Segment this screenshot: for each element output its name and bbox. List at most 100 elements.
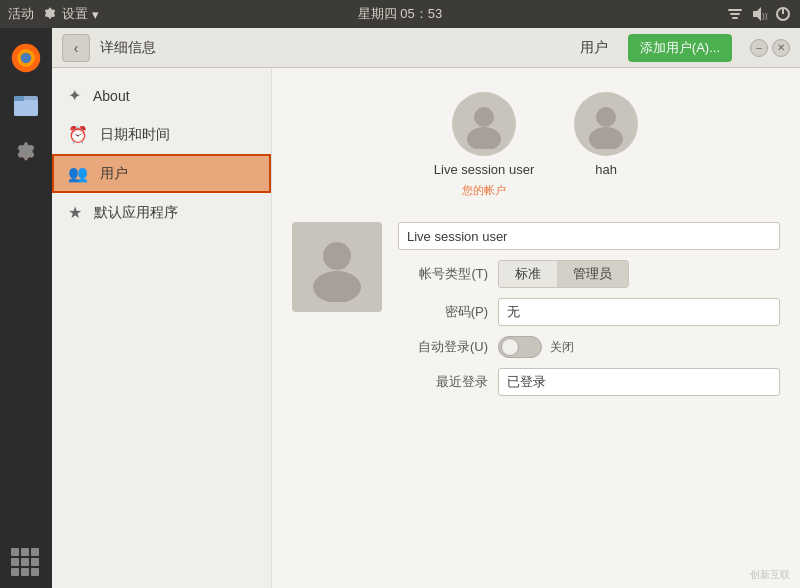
content-area: ‹ 详细信息 用户 添加用户(A)... – ✕ ✦ About ⏰	[52, 28, 800, 588]
username-row	[398, 222, 780, 250]
activities-button[interactable]: 活动	[8, 5, 34, 23]
sidebar-item-default-apps[interactable]: ★ 默认应用程序	[52, 193, 271, 232]
minimize-button[interactable]: –	[750, 39, 768, 57]
user-avatar-live	[452, 92, 516, 156]
system-settings-icon[interactable]	[6, 134, 46, 174]
sidebar-item-datetime[interactable]: ⏰ 日期和时间	[52, 115, 271, 154]
switch-knob	[501, 338, 519, 356]
user-card-live[interactable]: Live session user 您的帐户	[434, 92, 534, 198]
svg-point-15	[474, 107, 494, 127]
form-fields: 帐号类型(T) 标准 管理员 密码(P) 无	[398, 222, 780, 396]
svg-rect-2	[730, 13, 740, 15]
sidebar-item-default-apps-label: 默认应用程序	[94, 204, 178, 222]
user-card-hah[interactable]: hah	[574, 92, 638, 198]
settings-dropdown-arrow: ▾	[92, 7, 99, 22]
form-avatar[interactable]	[292, 222, 382, 312]
username-input[interactable]	[398, 222, 780, 250]
star-icon: ✦	[68, 86, 81, 105]
svg-rect-13	[14, 96, 24, 101]
topbar-left: 活动 设置 ▾	[8, 5, 99, 23]
admin-btn[interactable]: 管理员	[557, 261, 628, 287]
svg-point-17	[596, 107, 616, 127]
sidebar: ✦ About ⏰ 日期和时间 👥 用户 ★ 默认应用程序	[52, 68, 272, 588]
dot	[31, 568, 39, 576]
add-user-button[interactable]: 添加用户(A)...	[628, 34, 732, 62]
firefox-icon[interactable]	[6, 38, 46, 78]
svg-rect-3	[732, 17, 738, 19]
dock	[0, 28, 52, 588]
avatar-svg	[459, 99, 509, 149]
panels: ✦ About ⏰ 日期和时间 👥 用户 ★ 默认应用程序	[52, 68, 800, 588]
svg-point-18	[589, 127, 623, 149]
files-icon[interactable]	[6, 86, 46, 126]
topbar-right: ))))	[726, 5, 792, 23]
autologin-switch[interactable]	[498, 336, 542, 358]
user-name-live: Live session user	[434, 162, 534, 177]
gear-icon	[42, 6, 58, 22]
last-login-value: 已登录	[498, 368, 780, 396]
svg-rect-1	[728, 9, 742, 11]
password-value[interactable]: 无	[498, 298, 780, 326]
dot	[31, 558, 39, 566]
sidebar-item-about-label: About	[93, 88, 130, 104]
settings-label: 设置	[62, 5, 88, 23]
back-button[interactable]: ‹	[62, 34, 90, 62]
firefox-svg	[10, 42, 42, 74]
svg-rect-12	[14, 100, 38, 116]
last-login-label: 最近登录	[398, 373, 488, 391]
volume-icon: ))))	[750, 5, 768, 23]
password-row: 密码(P) 无	[398, 298, 780, 326]
svg-point-10	[21, 53, 32, 64]
clock-icon: ⏰	[68, 125, 88, 144]
account-type-row: 帐号类型(T) 标准 管理员	[398, 260, 780, 288]
topbar: 活动 设置 ▾ 星期四 05：53 ))))	[0, 0, 800, 28]
account-type-toggle: 标准 管理员	[498, 260, 629, 288]
users-row: Live session user 您的帐户 hah	[292, 84, 780, 198]
dot	[11, 548, 19, 556]
dot	[21, 548, 29, 556]
dot	[31, 548, 39, 556]
autologin-switch-label: 关闭	[550, 339, 574, 356]
settings-header: ‹ 详细信息 用户 添加用户(A)... – ✕	[52, 28, 800, 68]
window-controls: – ✕	[750, 39, 790, 57]
main-container: ‹ 详细信息 用户 添加用户(A)... – ✕ ✦ About ⏰	[0, 28, 800, 588]
settings-menu[interactable]: 设置 ▾	[42, 5, 99, 23]
sidebar-item-about[interactable]: ✦ About	[52, 76, 271, 115]
topbar-time: 星期四 05：53	[358, 5, 443, 23]
svg-marker-4	[753, 7, 761, 21]
autologin-row: 自动登录(U) 关闭	[398, 336, 780, 358]
dot	[21, 568, 29, 576]
users-icon: 👥	[68, 164, 88, 183]
files-svg	[10, 90, 42, 122]
apps-icon: ★	[68, 203, 82, 222]
dot	[11, 558, 19, 566]
standard-btn[interactable]: 标准	[499, 261, 557, 287]
last-login-row: 最近登录 已登录	[398, 368, 780, 396]
settings-svg	[10, 138, 42, 170]
right-panel: Live session user 您的帐户 hah	[272, 68, 800, 588]
power-icon	[774, 5, 792, 23]
svg-point-19	[323, 242, 351, 270]
dot	[21, 558, 29, 566]
account-type-label: 帐号类型(T)	[398, 265, 488, 283]
svg-text:)))): ))))	[762, 11, 768, 20]
app-grid-button[interactable]	[11, 548, 41, 578]
sidebar-item-users[interactable]: 👥 用户	[52, 154, 271, 193]
autologin-switch-container: 关闭	[498, 336, 574, 358]
user-subtitle-live: 您的帐户	[462, 183, 506, 198]
watermark: 创新互联	[750, 568, 790, 582]
avatar-svg-2	[581, 99, 631, 149]
svg-point-20	[313, 271, 361, 302]
user-name-hah: hah	[595, 162, 617, 177]
svg-point-16	[467, 127, 501, 149]
users-label: 用户	[580, 39, 608, 57]
user-avatar-hah	[574, 92, 638, 156]
form-avatar-svg	[302, 232, 372, 302]
password-label: 密码(P)	[398, 303, 488, 321]
header-title: 详细信息	[100, 39, 156, 57]
network-icon	[726, 5, 744, 23]
sidebar-item-users-label: 用户	[100, 165, 128, 183]
autologin-label: 自动登录(U)	[398, 338, 488, 356]
dot	[11, 568, 19, 576]
close-button[interactable]: ✕	[772, 39, 790, 57]
